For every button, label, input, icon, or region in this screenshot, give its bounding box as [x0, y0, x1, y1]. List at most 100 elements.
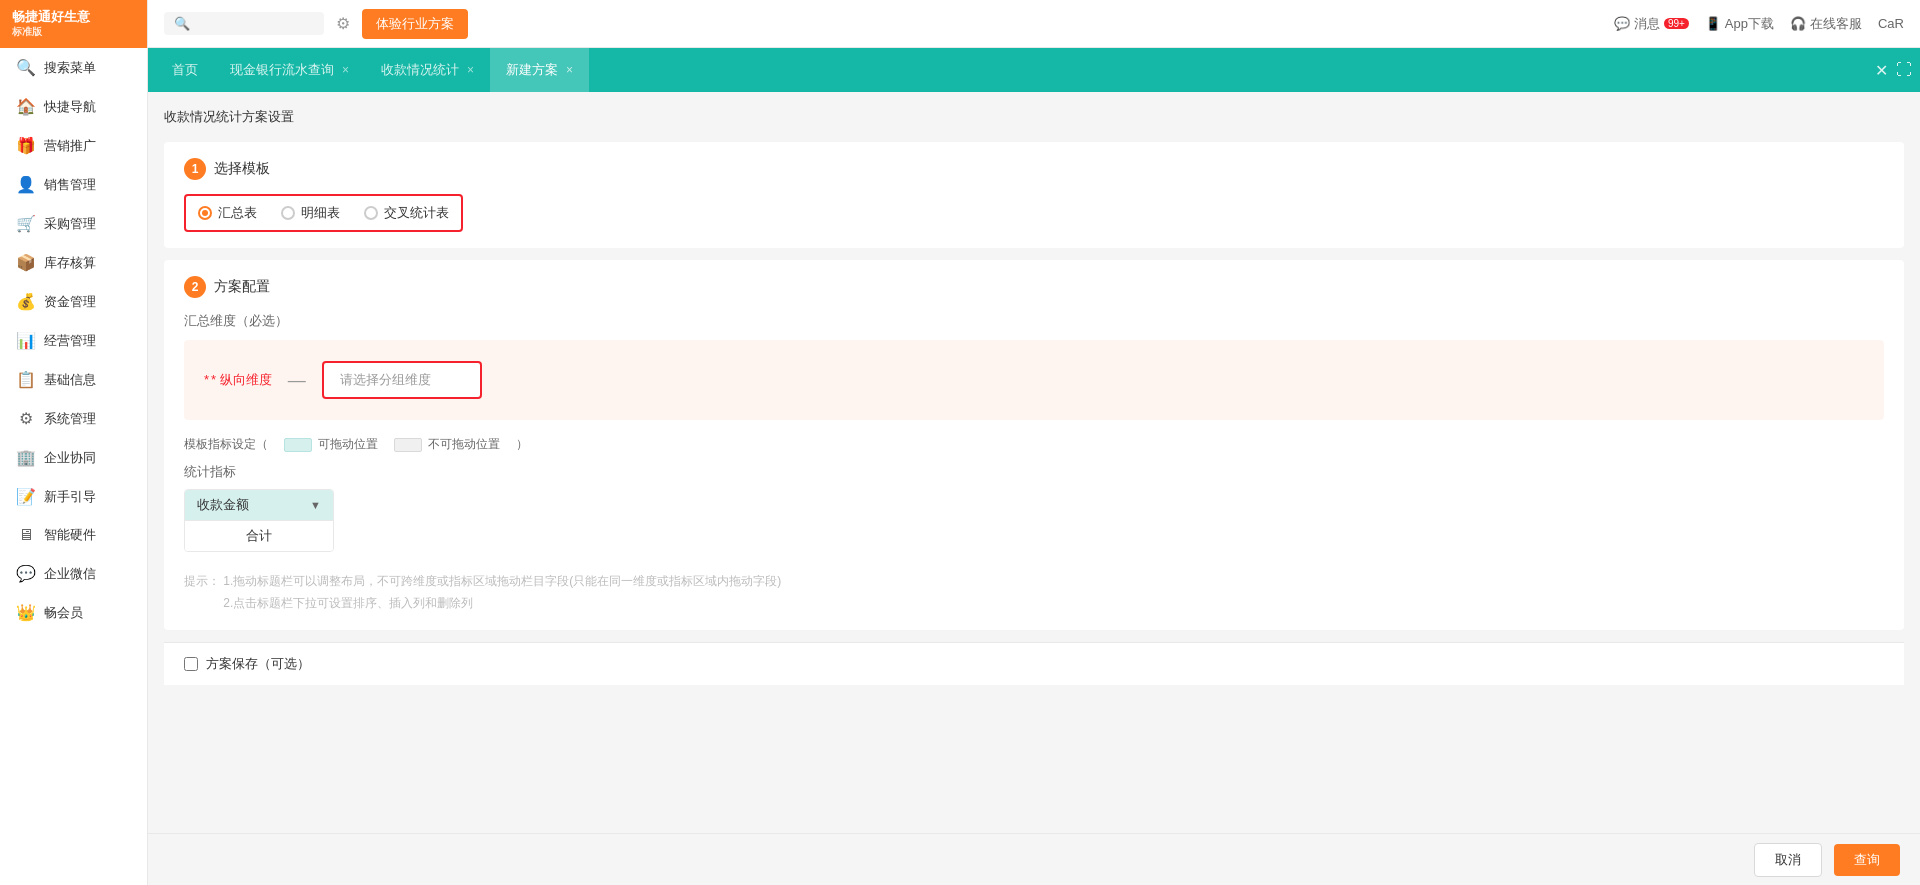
radio-detail[interactable]: 明细表: [281, 204, 340, 222]
chevron-down-icon[interactable]: ▼: [310, 499, 321, 511]
top-header: 🔍 ⚙ 体验行业方案 💬 消息 99+ 📱 App下载 🎧 在线客服 CaR: [148, 0, 1920, 48]
gift-icon: 🎁: [16, 136, 36, 155]
step1-title: 选择模板: [214, 160, 270, 178]
radio-cross[interactable]: 交叉统计表: [364, 204, 449, 222]
tab-new-plan-close[interactable]: ×: [566, 63, 573, 77]
tab-collection[interactable]: 收款情况统计 ×: [365, 48, 490, 92]
tab-bank[interactable]: 现金银行流水查询 ×: [214, 48, 365, 92]
sidebar-item-label: 畅会员: [44, 604, 83, 622]
support-btn[interactable]: 🎧 在线客服: [1790, 15, 1862, 33]
app-name: 畅捷通好生意: [12, 9, 90, 25]
indicator-legend: 模板指标设定（ 可拖动位置 不可拖动位置 ）: [184, 436, 1884, 453]
sidebar-item-marketing[interactable]: 🎁 营销推广: [0, 126, 147, 165]
tab-new-plan[interactable]: 新建方案 ×: [490, 48, 589, 92]
dimension-area: * 纵向维度 — 请选择分组维度: [184, 340, 1884, 420]
chat-icon: 💬: [16, 564, 36, 583]
main-area: 🔍 ⚙ 体验行业方案 💬 消息 99+ 📱 App下载 🎧 在线客服 CaR: [148, 0, 1920, 885]
tip-1: 提示： 1.拖动标题栏可以调整布局，不可跨维度或指标区域拖动栏目字段(只能在同一…: [184, 571, 1884, 593]
crown-icon: 👑: [16, 603, 36, 622]
template-radio-group: 汇总表 明细表 交叉统计表: [184, 194, 463, 232]
header-right: 💬 消息 99+ 📱 App下载 🎧 在线客服 CaR: [1614, 15, 1904, 33]
building-icon: 🏢: [16, 448, 36, 467]
legend-fixed-label: 不可拖动位置: [428, 436, 500, 453]
box-icon: 📦: [16, 253, 36, 272]
page-title: 收款情况统计方案设置: [164, 108, 1904, 126]
user-btn[interactable]: CaR: [1878, 16, 1904, 31]
sidebar-item-hardware[interactable]: 🖥 智能硬件: [0, 516, 147, 554]
sidebar-item-enterprise[interactable]: 🏢 企业协同: [0, 438, 147, 477]
legend-draggable-box: [284, 438, 312, 452]
search-icon: 🔍: [174, 16, 190, 31]
header-search[interactable]: 🔍: [164, 12, 324, 35]
indicator-column-header[interactable]: 收款金额 ▼: [185, 490, 333, 520]
radio-detail-dot: [281, 206, 295, 220]
radio-summary[interactable]: 汇总表: [198, 204, 257, 222]
radio-cross-dot: [364, 206, 378, 220]
sidebar-item-label: 企业协同: [44, 449, 96, 467]
sidebar-item-basic[interactable]: 📋 基础信息: [0, 360, 147, 399]
settings-icon: ⚙: [16, 409, 36, 428]
indicator-header: 统计指标: [184, 463, 1884, 481]
notification-btn[interactable]: 💬 消息 99+: [1614, 15, 1689, 33]
dimension-select[interactable]: 请选择分组维度: [322, 361, 482, 399]
sidebar-item-label: 快捷导航: [44, 98, 96, 116]
save-bar: 方案保存（可选）: [164, 642, 1904, 685]
tab-collection-close[interactable]: ×: [467, 63, 474, 77]
app-logo: 畅捷通好生意 标准版: [0, 0, 147, 48]
tab-bar: 首页 现金银行流水查询 × 收款情况统计 × 新建方案 × ✕ ⛶: [148, 48, 1920, 92]
save-label: 方案保存（可选）: [206, 655, 310, 673]
app-edition: 标准版: [12, 25, 90, 39]
settings-gear-icon[interactable]: ⚙: [336, 14, 350, 33]
step2-header: 2 方案配置: [184, 276, 1884, 298]
support-label: 在线客服: [1810, 15, 1862, 33]
legend-draggable: 可拖动位置: [284, 436, 378, 453]
home-icon: 🏠: [16, 97, 36, 116]
search-icon: 🔍: [16, 58, 36, 77]
sidebar-item-inventory[interactable]: 📦 库存核算: [0, 243, 147, 282]
save-checkbox[interactable]: [184, 657, 198, 671]
notification-label: 消息: [1634, 15, 1660, 33]
sidebar-item-sales[interactable]: 👤 销售管理: [0, 165, 147, 204]
sidebar-item-label: 系统管理: [44, 410, 96, 428]
tab-home-label: 首页: [172, 61, 198, 79]
sidebar-item-system[interactable]: ⚙ 系统管理: [0, 399, 147, 438]
content-area: 收款情况统计方案设置 1 选择模板 汇总表 明细表: [148, 92, 1920, 885]
tab-home[interactable]: 首页: [156, 48, 214, 92]
legend-fixed: 不可拖动位置: [394, 436, 500, 453]
vertical-dimension-label: * 纵向维度: [204, 371, 272, 389]
tab-bar-actions: ✕ ⛶: [1875, 61, 1912, 80]
headset-icon: 🎧: [1790, 16, 1806, 31]
sidebar-item-finance[interactable]: 💰 资金管理: [0, 282, 147, 321]
step2-num: 2: [184, 276, 206, 298]
chart-icon: 📊: [16, 331, 36, 350]
tab-bank-close[interactable]: ×: [342, 63, 349, 77]
query-button[interactable]: 查询: [1834, 844, 1900, 876]
tab-maximize-icon[interactable]: ⛶: [1896, 61, 1912, 79]
sidebar-item-label: 营销推广: [44, 137, 96, 155]
sidebar-item-quick-nav[interactable]: 🏠 快捷导航: [0, 87, 147, 126]
indicator-section-label-prefix: 模板指标设定（: [184, 437, 268, 451]
trial-btn[interactable]: 体验行业方案: [362, 9, 468, 39]
sidebar-item-guide[interactable]: 📝 新手引导: [0, 477, 147, 516]
sidebar-item-label: 库存核算: [44, 254, 96, 272]
sidebar-item-operations[interactable]: 📊 经营管理: [0, 321, 147, 360]
cart-icon: 🛒: [16, 214, 36, 233]
tip-2: 2.点击标题栏下拉可设置排序、插入列和删除列: [184, 593, 1884, 615]
cancel-button[interactable]: 取消: [1754, 843, 1822, 877]
download-btn[interactable]: 📱 App下载: [1705, 15, 1774, 33]
tab-collection-label: 收款情况统计: [381, 61, 459, 79]
username: CaR: [1878, 16, 1904, 31]
radio-summary-dot: [198, 206, 212, 220]
indicator-row-total: 合计: [185, 520, 333, 551]
step1-section: 1 选择模板 汇总表 明细表 交叉统计表: [164, 142, 1904, 248]
tab-close-all-icon[interactable]: ✕: [1875, 61, 1888, 80]
sidebar-item-wechat[interactable]: 💬 企业微信: [0, 554, 147, 593]
sidebar-item-label: 智能硬件: [44, 526, 96, 544]
sidebar-item-member[interactable]: 👑 畅会员: [0, 593, 147, 632]
indicator-column-label: 收款金额: [197, 496, 249, 514]
sidebar-item-search[interactable]: 🔍 搜索菜单: [0, 48, 147, 87]
sidebar-item-label: 资金管理: [44, 293, 96, 311]
sidebar-item-purchase[interactable]: 🛒 采购管理: [0, 204, 147, 243]
sidebar-item-label: 经营管理: [44, 332, 96, 350]
legend-draggable-label: 可拖动位置: [318, 436, 378, 453]
